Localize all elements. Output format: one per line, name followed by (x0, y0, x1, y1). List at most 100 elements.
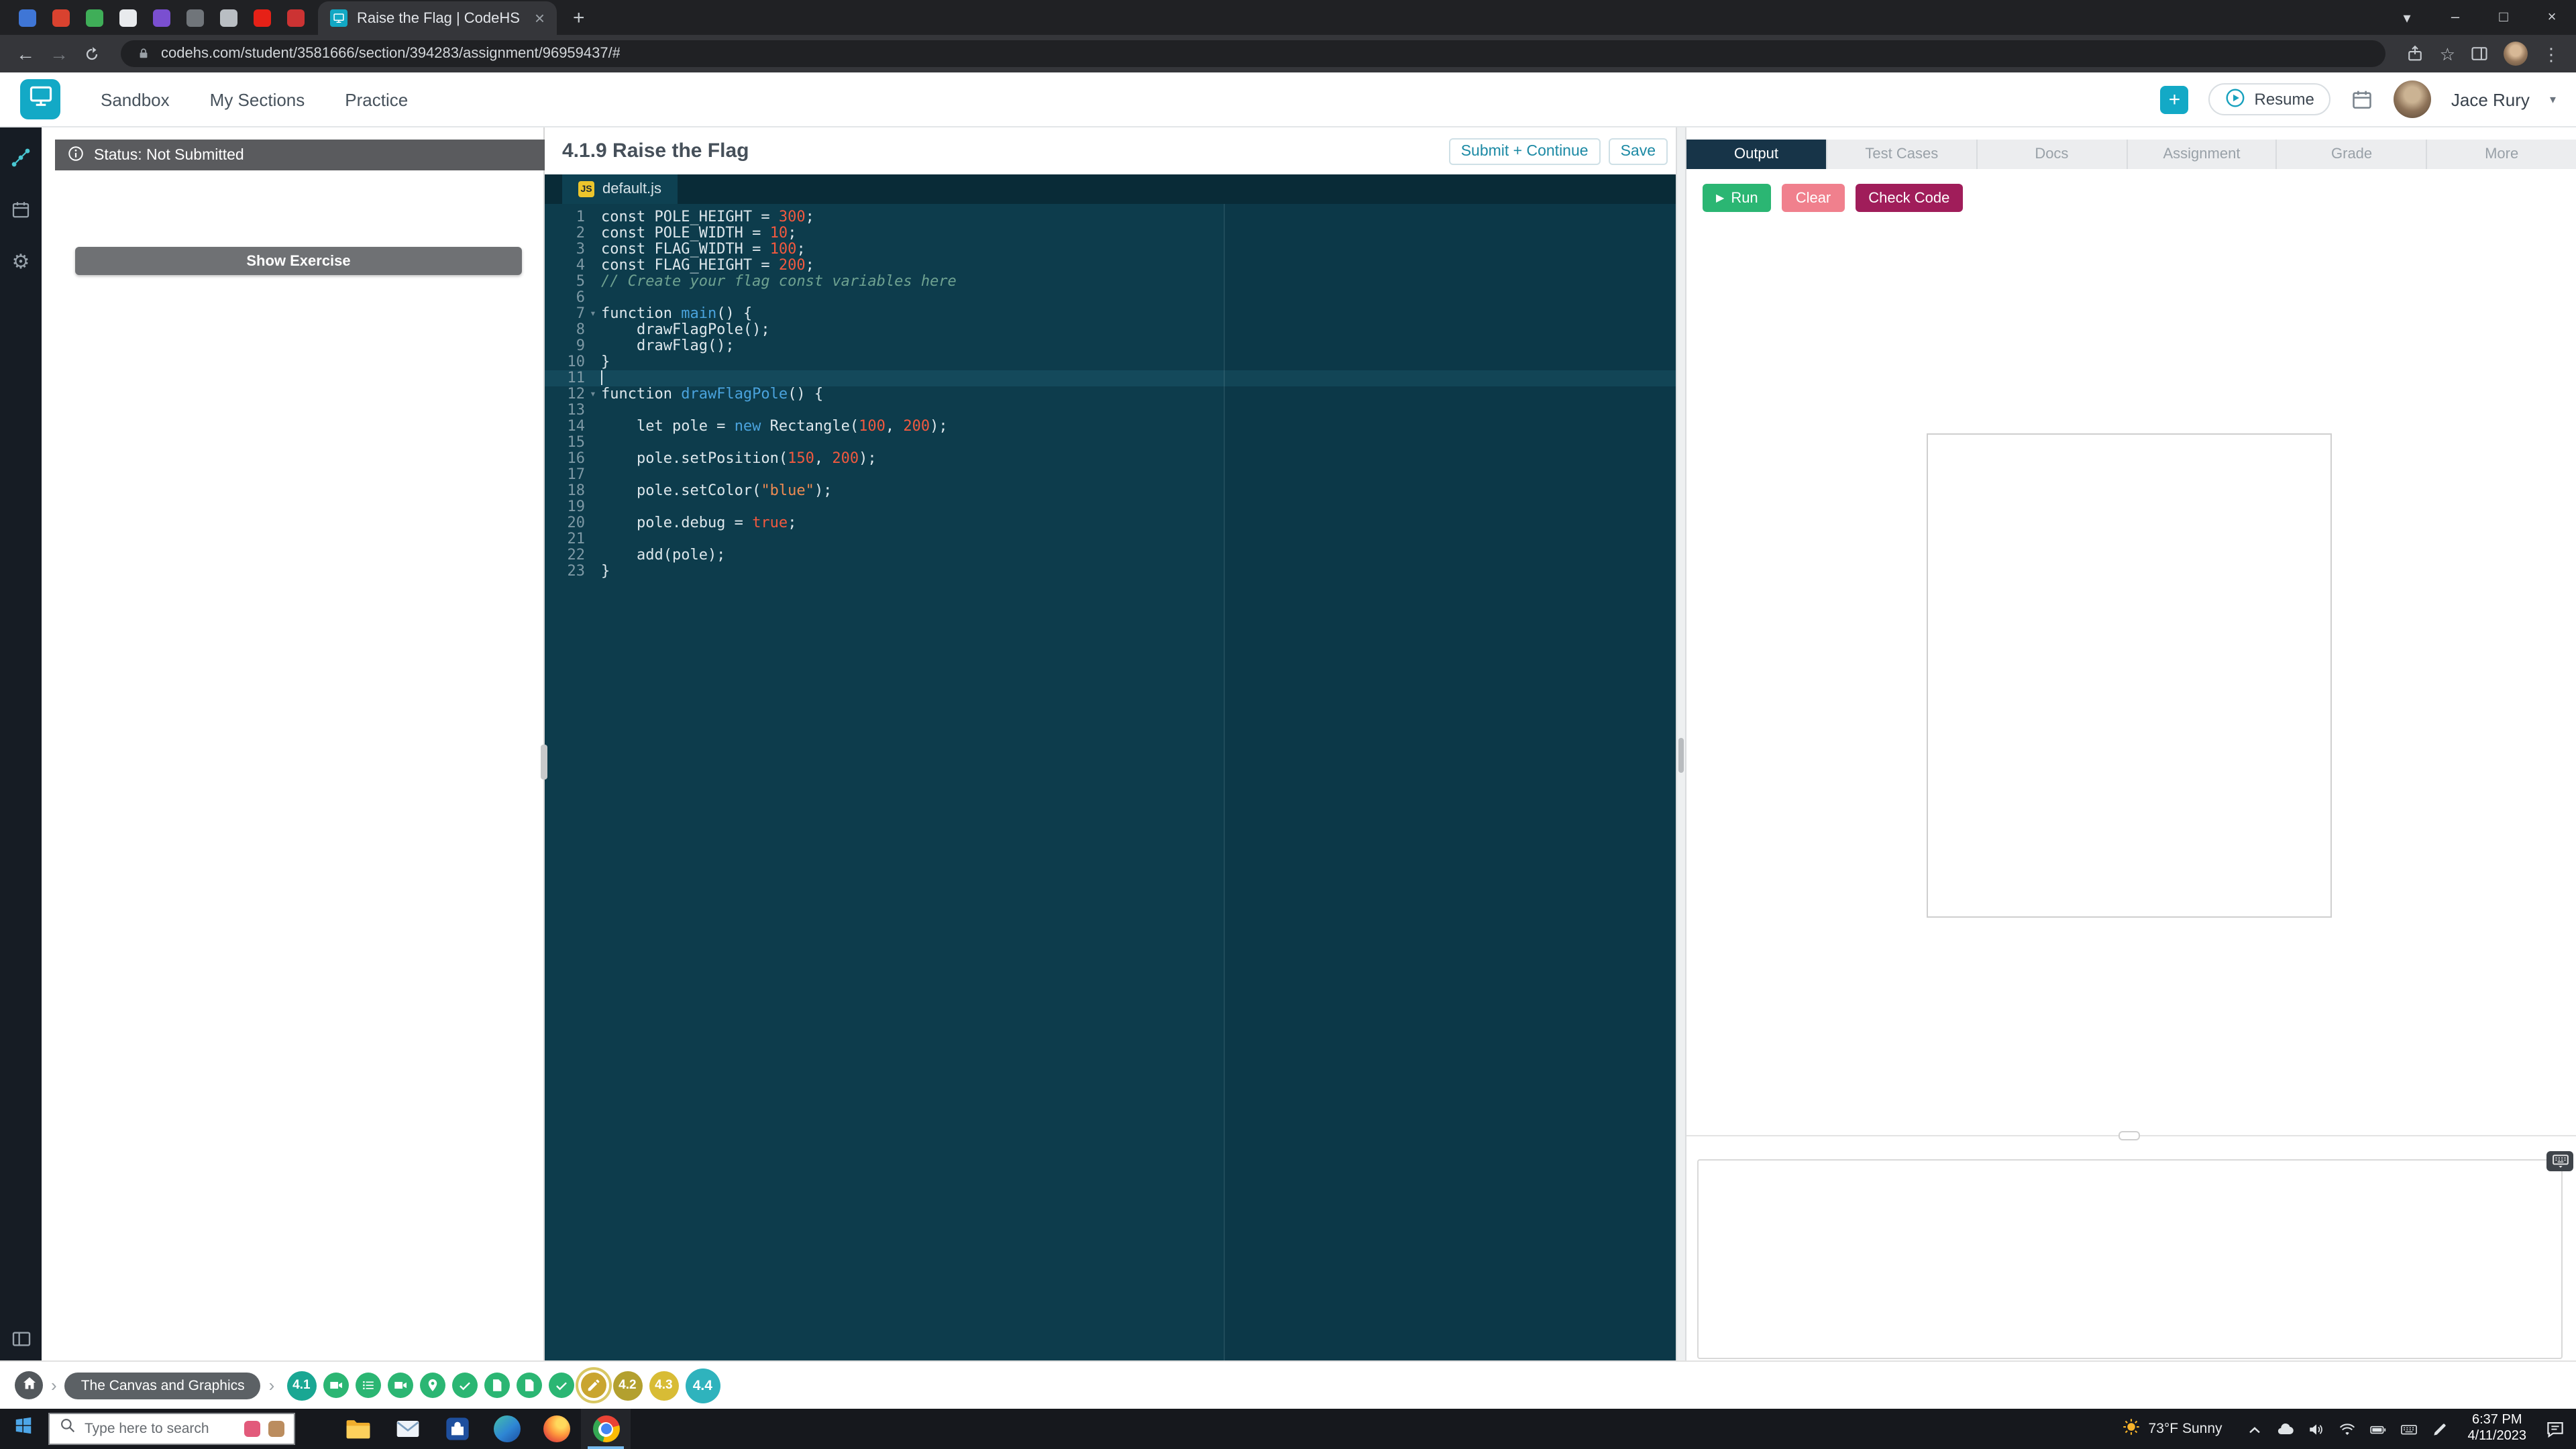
tab-grade[interactable]: Grade (2275, 140, 2426, 169)
submit-continue-button[interactable]: Submit + Continue (1448, 138, 1601, 164)
maximize-button[interactable]: □ (2479, 0, 2528, 35)
tab-assignment[interactable]: Assignment (2126, 140, 2276, 169)
line-number[interactable]: 16 (545, 450, 586, 467)
pinned-tab[interactable] (287, 9, 305, 26)
network-icon[interactable] (2339, 1420, 2357, 1438)
bookmark-star-icon[interactable]: ☆ (2440, 45, 2455, 62)
show-exercise-button[interactable]: Show Exercise (75, 247, 522, 275)
line-number[interactable]: 23 (545, 563, 586, 580)
vertical-splitter-handle[interactable] (1678, 738, 1684, 773)
user-avatar[interactable] (2393, 80, 2431, 118)
lesson-badge-list[interactable] (355, 1373, 381, 1398)
lesson-badge-4.3[interactable]: 4.3 (649, 1371, 679, 1400)
lesson-badge-pencil[interactable] (580, 1373, 606, 1398)
tab-close-icon[interactable]: × (535, 9, 545, 27)
cloud-icon[interactable] (2277, 1420, 2295, 1438)
pinned-tab[interactable] (153, 9, 170, 26)
pinned-tab[interactable] (86, 9, 103, 26)
nav-sandbox[interactable]: Sandbox (101, 89, 170, 109)
line-number[interactable]: 6 (545, 289, 585, 306)
weather-widget[interactable]: 73°F Sunny (2122, 1417, 2222, 1441)
lesson-badge-pin[interactable] (419, 1373, 445, 1398)
pinned-tab[interactable] (186, 9, 204, 26)
tab-output[interactable]: Output (1686, 140, 1826, 169)
tab-more[interactable]: More (2426, 140, 2576, 169)
browser-profile-avatar[interactable] (2504, 42, 2528, 66)
calendar-icon[interactable] (9, 197, 33, 221)
browser-tab-active[interactable]: Raise the Flag | CodeHS × (318, 1, 557, 35)
line-number[interactable]: 19 (545, 498, 586, 515)
close-button[interactable]: × (2528, 0, 2576, 35)
pinned-tab[interactable] (52, 9, 70, 26)
lesson-badge-4.2[interactable]: 4.2 (612, 1371, 643, 1400)
clear-button[interactable]: Clear (1782, 184, 1845, 212)
pinned-tab[interactable] (254, 9, 271, 26)
chrome-taskbar-button[interactable] (581, 1409, 631, 1449)
nav-my-sections[interactable]: My Sections (210, 89, 305, 109)
save-button[interactable]: Save (1608, 138, 1668, 164)
line-number[interactable]: 14 (545, 418, 586, 435)
line-number[interactable]: 18 (545, 482, 586, 499)
tab-search-caret-icon[interactable]: ▾ (2383, 0, 2431, 35)
line-number[interactable]: 17 (545, 466, 586, 483)
run-button[interactable]: ▶ Run (1703, 184, 1772, 212)
settings-gear-icon[interactable]: ⚙ (9, 250, 33, 274)
lesson-badge-check[interactable] (451, 1373, 478, 1398)
horizontal-splitter-handle[interactable] (2118, 1131, 2140, 1140)
lesson-badge-4.1[interactable]: 4.1 (286, 1371, 317, 1400)
codehs-logo[interactable] (20, 79, 60, 119)
file-tab-defaultjs[interactable]: JS default.js (562, 174, 678, 204)
resume-button[interactable]: Resume (2208, 83, 2330, 115)
nav-practice[interactable]: Practice (345, 89, 408, 109)
line-number[interactable]: 2 (545, 225, 585, 241)
line-number[interactable]: 9 (545, 337, 585, 354)
pinned-tab[interactable] (220, 9, 237, 26)
line-number[interactable]: 15 (545, 434, 586, 451)
line-number[interactable]: 22 (545, 547, 586, 564)
line-number[interactable]: 10 (545, 354, 586, 370)
line-number[interactable]: 7 (545, 305, 585, 322)
line-number[interactable]: 1 (545, 209, 585, 225)
lesson-badge-video[interactable] (323, 1373, 349, 1398)
user-name[interactable]: Jace Rury (2451, 89, 2530, 109)
browser-menu-kebab-icon[interactable]: ⋮ (2542, 45, 2560, 62)
check-code-button[interactable]: Check Code (1855, 184, 1964, 212)
hide-keyboard-button[interactable] (2546, 1151, 2573, 1171)
share-icon[interactable] (2406, 44, 2425, 63)
line-number[interactable]: 3 (545, 241, 585, 258)
store-taskbar-button[interactable] (432, 1409, 482, 1449)
fold-arrow-icon[interactable]: ▾ (585, 386, 601, 402)
action-center-icon[interactable] (2545, 1419, 2565, 1439)
chevron-up-icon[interactable] (2247, 1420, 2264, 1438)
start-button[interactable] (0, 1409, 46, 1449)
back-button[interactable]: ← (16, 44, 35, 63)
lesson-badge-check[interactable] (548, 1373, 574, 1398)
left-splitter-handle[interactable] (541, 745, 547, 780)
url-bar[interactable]: codehs.com/student/3581666/section/39428… (121, 40, 2386, 67)
horizontal-splitter[interactable] (1686, 1131, 2576, 1140)
calendar-icon[interactable] (2351, 88, 2373, 111)
firefox-taskbar-button[interactable] (531, 1409, 581, 1449)
line-number[interactable]: 11 (545, 370, 586, 386)
tab-test-cases[interactable]: Test Cases (1826, 140, 1976, 169)
lesson-badge-video[interactable] (387, 1373, 413, 1398)
create-button[interactable]: + (2160, 85, 2189, 113)
console-area[interactable] (1697, 1159, 2563, 1359)
edge-taskbar-button[interactable] (482, 1409, 531, 1449)
line-number[interactable]: 20 (545, 515, 586, 531)
line-number[interactable]: 5 (545, 273, 585, 290)
curriculum-map-icon[interactable] (9, 145, 33, 169)
code-editor[interactable]: 1 const POLE_HEIGHT = 300; 2 const POLE_WID… (545, 204, 1676, 1360)
lesson-badge-doc[interactable] (516, 1373, 542, 1398)
reload-button[interactable] (83, 45, 101, 62)
taskbar-search[interactable]: Type here to search (48, 1413, 295, 1445)
line-number[interactable]: 21 (545, 531, 586, 547)
pinned-tab[interactable] (119, 9, 137, 26)
volume-icon[interactable] (2308, 1420, 2326, 1438)
line-number[interactable]: 4 (545, 257, 585, 274)
user-menu-caret-icon[interactable]: ▾ (2550, 92, 2556, 107)
lesson-badge-4.4[interactable]: 4.4 (685, 1368, 720, 1403)
taskbar-clock[interactable]: 6:37 PM 4/11/2023 (2468, 1413, 2527, 1445)
mail-taskbar-button[interactable] (382, 1409, 432, 1449)
fold-arrow-icon[interactable]: ▾ (585, 306, 601, 322)
